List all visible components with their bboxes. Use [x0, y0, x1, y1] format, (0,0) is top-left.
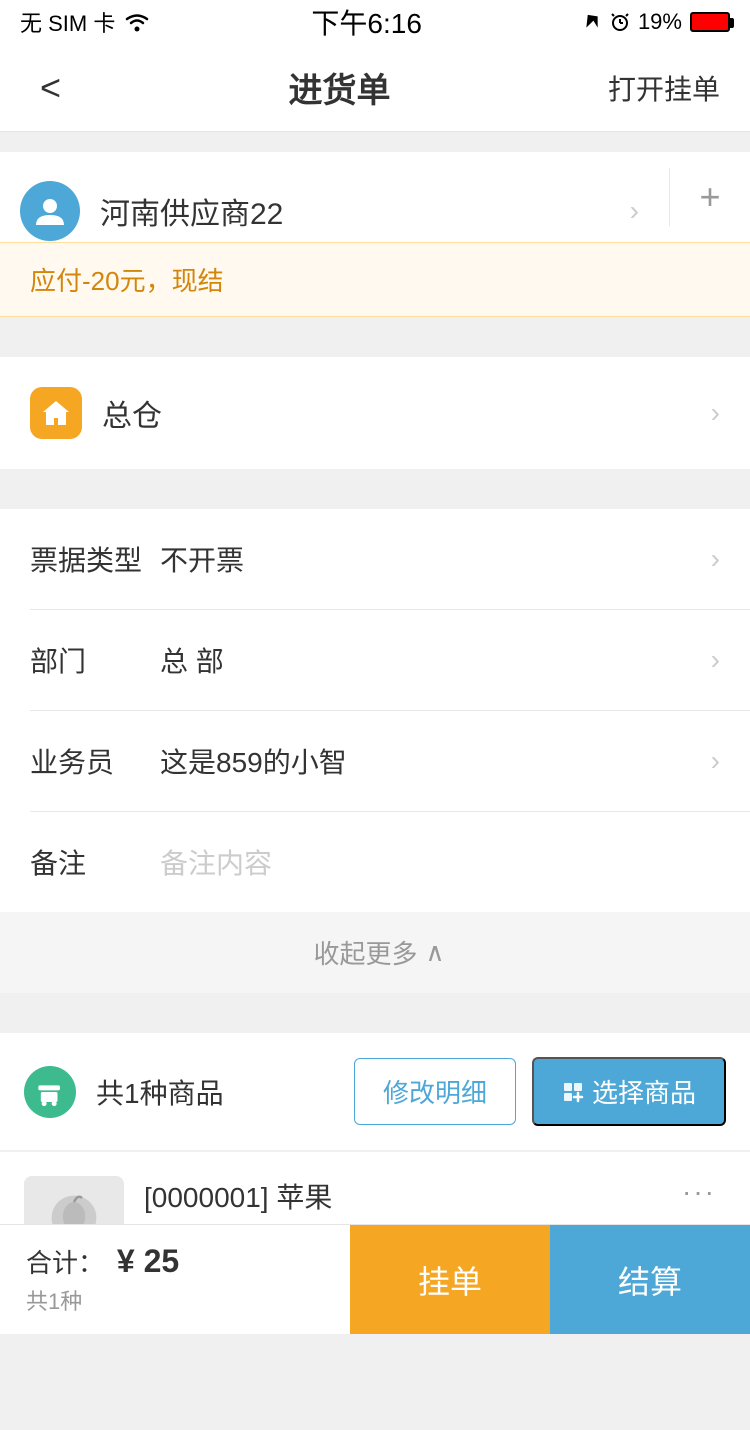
modify-detail-button[interactable]: 修改明细 [354, 1058, 516, 1125]
department-value: 总 部 [160, 640, 711, 680]
open-hang-button[interactable]: 打开挂单 [608, 68, 720, 108]
select-product-label: 选择商品 [592, 1073, 696, 1110]
supplier-section: 河南供应商22 › + [0, 152, 750, 242]
home-icon [41, 398, 71, 428]
product-code: [0000001] [144, 1182, 276, 1213]
salesperson-chevron-icon: › [711, 745, 720, 777]
collapse-label: 收起更多 [313, 934, 417, 971]
checkout-label: 结算 [618, 1257, 682, 1303]
remark-row[interactable]: 备注 备注内容 [0, 812, 750, 912]
alert-text: 应付-20元，现结 [30, 266, 224, 296]
battery-icon [690, 12, 730, 32]
person-icon [32, 193, 68, 229]
salesperson-row[interactable]: 业务员 这是859的小智 › [0, 711, 750, 811]
select-product-button[interactable]: 选择商品 [532, 1057, 726, 1126]
footer-total: 合计： ¥ 25 共1种 [0, 1225, 350, 1334]
status-bar: 无 SIM 卡 下午6:16 19% [0, 0, 750, 44]
page-title: 进货单 [289, 63, 391, 112]
product-count: 共1种商品 [96, 1072, 354, 1112]
battery-label: 19% [638, 9, 682, 35]
warehouse-chevron-icon: › [711, 397, 720, 429]
location-icon [582, 12, 602, 32]
remark-input[interactable]: 备注内容 [160, 842, 720, 882]
status-bar-right: 19% [582, 9, 730, 35]
alarm-icon [610, 12, 630, 32]
invoice-type-row[interactable]: 票据类型 不开票 › [0, 509, 750, 609]
nav-bar: < 进货单 打开挂单 [0, 44, 750, 132]
department-row[interactable]: 部门 总 部 › [0, 610, 750, 710]
product-icon [24, 1066, 76, 1118]
invoice-type-chevron-icon: › [711, 543, 720, 575]
section-gap-1 [0, 132, 750, 152]
supplier-avatar [20, 181, 80, 241]
form-section: 票据类型 不开票 › 部门 总 部 › 业务员 这是859的小智 › 备注 备注… [0, 509, 750, 912]
hang-label: 挂单 [418, 1257, 482, 1303]
total-amount: 合计： ¥ 25 [26, 1243, 324, 1280]
add-supplier-button[interactable]: + [670, 152, 750, 242]
back-button[interactable]: < [30, 57, 71, 119]
salesperson-value: 这是859的小智 [160, 741, 711, 781]
checkout-button[interactable]: 结算 [550, 1225, 750, 1334]
remark-label: 备注 [30, 842, 160, 882]
warehouse-name: 总仓 [102, 391, 711, 435]
supplier-selector[interactable]: 河南供应商22 › [0, 152, 669, 242]
footer: 合计： ¥ 25 共1种 挂单 结算 [0, 1224, 750, 1334]
collapse-button[interactable]: 收起更多 ∧ [0, 912, 750, 993]
product-name: [0000001] 苹果 [144, 1176, 672, 1216]
total-count: 共1种 [26, 1284, 324, 1316]
total-label: 合计： [26, 1248, 104, 1278]
department-chevron-icon: › [711, 644, 720, 676]
hang-button[interactable]: 挂单 [350, 1225, 550, 1334]
section-gap-3 [0, 469, 750, 489]
supplier-chevron-icon: › [630, 195, 639, 227]
salesperson-label: 业务员 [30, 741, 160, 781]
carrier-label: 无 SIM 卡 [20, 6, 115, 38]
total-value: ¥ 25 [117, 1243, 179, 1279]
product-header: 共1种商品 修改明细 选择商品 [0, 1033, 750, 1150]
supplier-name: 河南供应商22 [100, 189, 630, 233]
invoice-type-value: 不开票 [160, 539, 711, 579]
wifi-icon [123, 12, 151, 32]
warehouse-selector[interactable]: 总仓 › [0, 357, 750, 469]
warehouse-section: 总仓 › [0, 357, 750, 469]
section-gap-4 [0, 993, 750, 1013]
select-icon [562, 1081, 584, 1103]
supplier-alert: 应付-20元，现结 [0, 242, 750, 317]
collapse-icon: ∧ [425, 937, 444, 968]
status-bar-left: 无 SIM 卡 [20, 6, 151, 38]
warehouse-icon [30, 387, 82, 439]
section-gap-2 [0, 317, 750, 337]
product-title: 苹果 [276, 1182, 332, 1213]
invoice-type-label: 票据类型 [30, 539, 160, 579]
department-label: 部门 [30, 640, 160, 680]
cart-icon [35, 1077, 65, 1107]
status-bar-time: 下午6:16 [311, 2, 422, 42]
product-more-button[interactable]: ··· [672, 1176, 726, 1208]
